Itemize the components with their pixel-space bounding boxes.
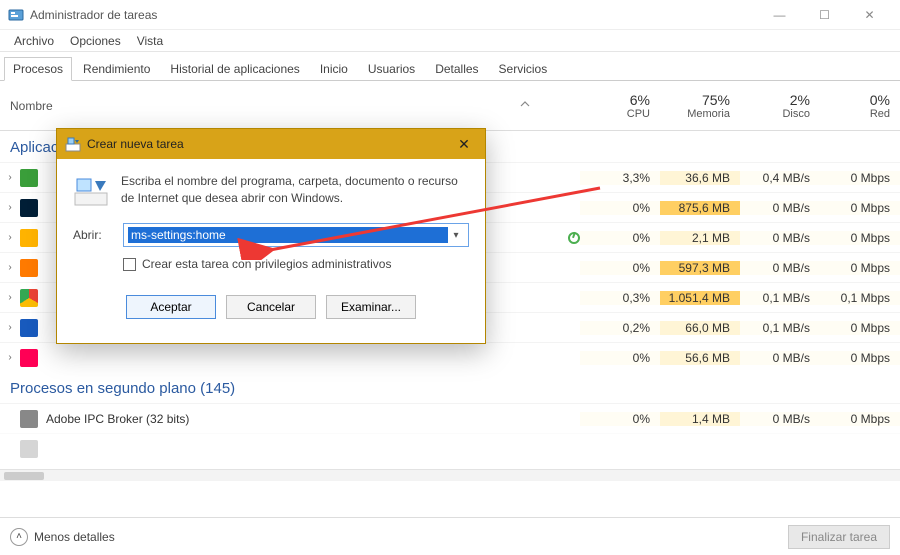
taskmgr-icon [8,7,24,23]
expand-icon[interactable]: › [0,202,20,213]
window-titlebar: Administrador de tareas — ☐ ✕ [0,0,900,30]
app-icon [20,440,38,458]
menubar: Archivo Opciones Vista [0,30,900,52]
table-row-cut [0,433,900,463]
dialog-title: Crear nueva tarea [87,137,451,151]
sort-chevron-icon [520,99,530,113]
expand-icon[interactable]: › [0,322,20,333]
col-network[interactable]: 0% Red [820,92,900,120]
chrome-icon [20,289,38,307]
folder-icon [20,229,38,247]
expand-icon[interactable]: › [0,262,20,273]
tab-users[interactable]: Usuarios [359,57,424,80]
expand-icon[interactable]: › [0,352,20,363]
horizontal-scrollbar[interactable] [0,469,900,481]
footer-bar: ˄ Menos detalles Finalizar tarea [0,517,900,555]
admin-checkbox-row[interactable]: Crear esta tarea con privilegios adminis… [123,257,469,271]
minimize-button[interactable]: — [757,0,802,30]
tabbar: Procesos Rendimiento Historial de aplica… [0,52,900,81]
tab-app-history[interactable]: Historial de aplicaciones [161,57,308,80]
table-row[interactable]: › 0% 56,6 MB 0 MB/s 0 Mbps [0,342,900,372]
chevron-down-icon[interactable]: ▾ [448,230,464,241]
dialog-message: Escriba el nombre del programa, carpeta,… [121,173,469,209]
dialog-close-button[interactable]: ✕ [451,136,477,153]
run-icon [73,173,109,209]
col-name[interactable]: Nombre [10,99,53,113]
app-icon [20,169,38,187]
word-icon [20,319,38,337]
column-headers: Nombre 6% CPU 75% Memoria 2% Disco 0% Re… [0,81,900,131]
end-task-button[interactable]: Finalizar tarea [788,525,890,549]
section-background: Procesos en segundo plano (145) [0,372,900,403]
photoshop-icon [20,199,38,217]
open-label: Abrir: [73,228,113,242]
col-memory[interactable]: 75% Memoria [660,92,740,120]
app-icon [20,410,38,428]
open-value[interactable]: ms-settings:home [128,227,448,243]
menu-file[interactable]: Archivo [6,31,62,51]
expand-icon[interactable]: › [0,292,20,303]
ok-button[interactable]: Aceptar [126,295,216,319]
open-combobox[interactable]: ms-settings:home ▾ [123,223,469,247]
close-button[interactable]: ✕ [847,0,892,30]
menu-options[interactable]: Opciones [62,31,129,51]
tab-processes[interactable]: Procesos [4,57,72,81]
menu-view[interactable]: Vista [129,31,171,51]
tab-services[interactable]: Servicios [490,57,557,80]
col-cpu[interactable]: 6% CPU [580,92,660,120]
status-indicator-icon [568,232,580,244]
run-dialog-icon [65,136,81,152]
table-row[interactable]: Adobe IPC Broker (32 bits) 0% 1,4 MB 0 M… [0,403,900,433]
browse-button[interactable]: Examinar... [326,295,416,319]
admin-checkbox-label: Crear esta tarea con privilegios adminis… [142,257,391,271]
app-name: Adobe IPC Broker (32 bits) [44,412,580,426]
tab-details[interactable]: Detalles [426,57,487,80]
tab-startup[interactable]: Inicio [311,57,357,80]
window-title: Administrador de tareas [30,8,757,22]
expand-icon[interactable]: › [0,172,20,183]
fewer-details-button[interactable]: ˄ Menos detalles [10,528,115,546]
maximize-button[interactable]: ☐ [802,0,847,30]
opera-gx-icon [20,349,38,367]
firefox-icon [20,259,38,277]
expand-icon[interactable]: › [0,232,20,243]
chevron-up-icon: ˄ [10,528,28,546]
checkbox-icon[interactable] [123,258,136,271]
tab-performance[interactable]: Rendimiento [74,57,159,80]
cancel-button[interactable]: Cancelar [226,295,316,319]
run-dialog: Crear nueva tarea ✕ Escriba el nombre de… [56,128,486,344]
dialog-titlebar[interactable]: Crear nueva tarea ✕ [57,129,485,159]
col-disk[interactable]: 2% Disco [740,92,820,120]
